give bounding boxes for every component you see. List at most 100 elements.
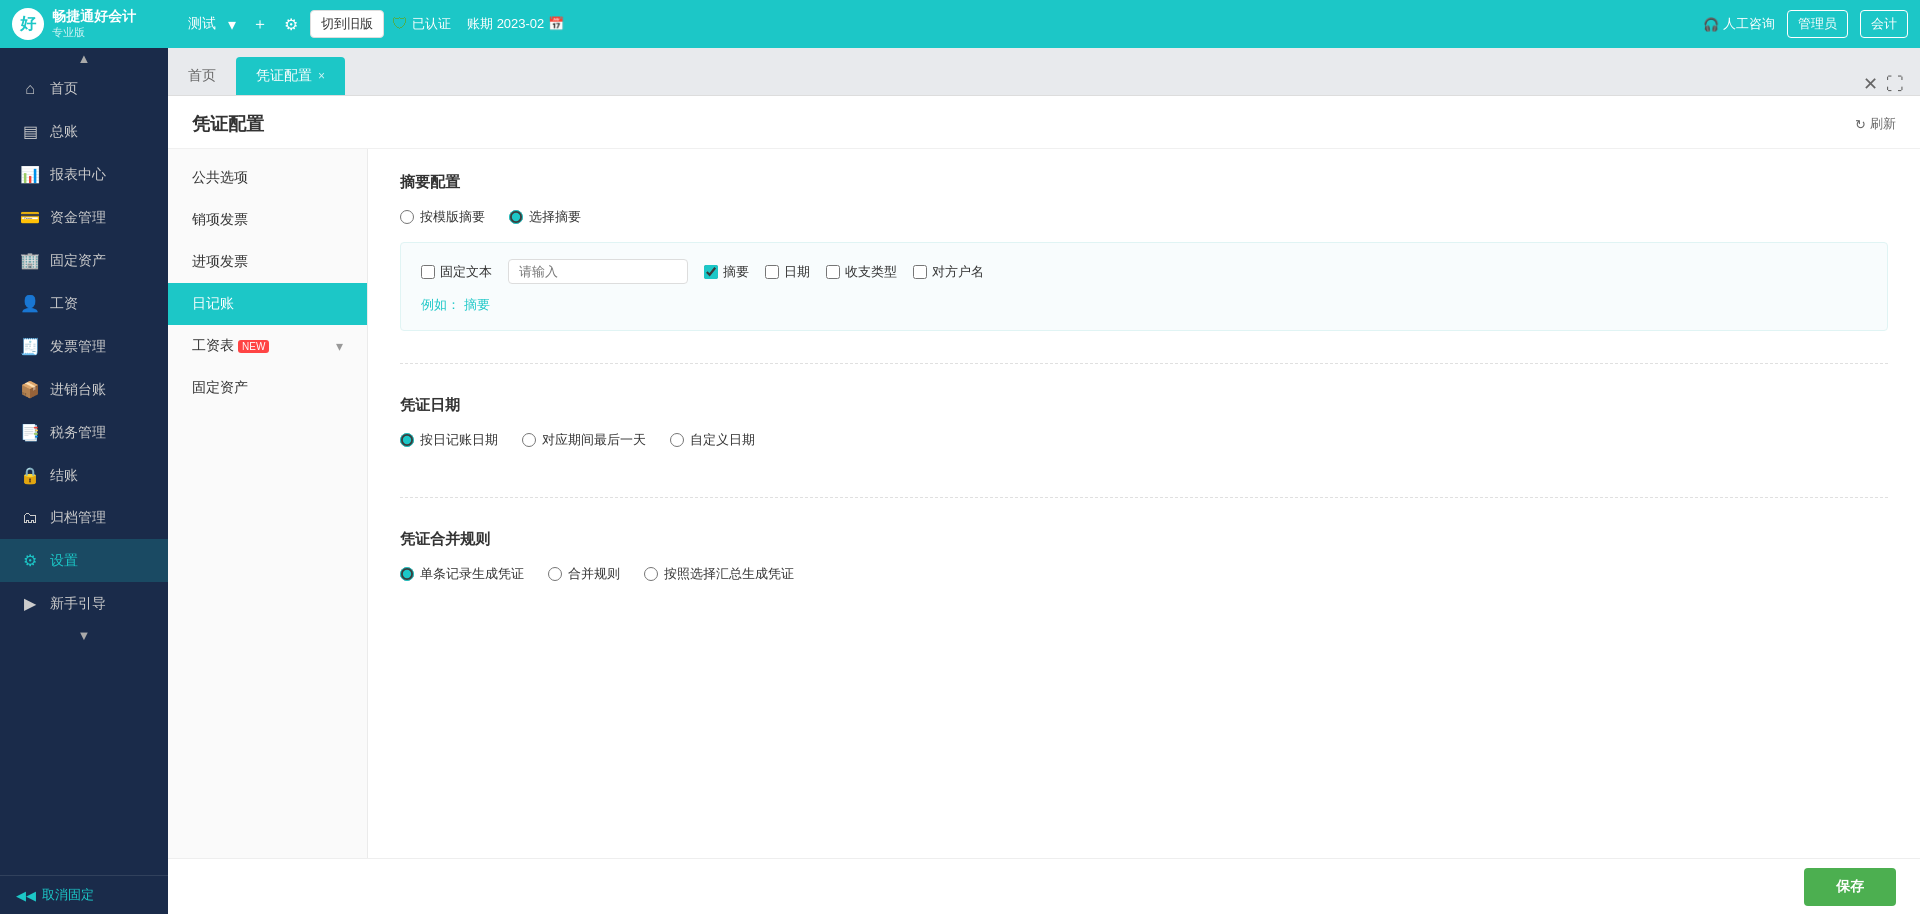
section-merge: 凭证合并规则 单条记录生成凭证 合并规则	[400, 530, 1888, 631]
sidebar-label-ledger: 总账	[50, 123, 78, 141]
period-info: 账期 2023-02 📅	[467, 15, 564, 33]
sidebar-item-ledger[interactable]: ▤ 总账	[0, 110, 168, 153]
section-summary: 摘要配置 按模版摘要 选择摘要	[400, 173, 1888, 364]
period-last-radio[interactable]	[522, 433, 536, 447]
single-radio[interactable]	[400, 567, 414, 581]
summary-template-label: 按模版摘要	[420, 208, 485, 226]
unpin-btn[interactable]: ◀◀ 取消固定	[0, 875, 168, 914]
sidebar-item-guide[interactable]: ▶ 新手引导	[0, 582, 168, 625]
unpin-icon: ◀◀	[16, 888, 36, 903]
single-option[interactable]: 单条记录生成凭证	[400, 565, 524, 583]
sidebar-item-close[interactable]: 🔒 结账	[0, 454, 168, 497]
merge-rules-radio[interactable]	[548, 567, 562, 581]
sidebar-item-invoice[interactable]: 🧾 发票管理	[0, 325, 168, 368]
summary-radio-group: 按模版摘要 选择摘要	[400, 208, 1888, 226]
merge-rules-option[interactable]: 合并规则	[548, 565, 620, 583]
summary-checkbox[interactable]	[704, 265, 718, 279]
summary-template-radio[interactable]	[400, 210, 414, 224]
date-radio-group: 按日记账日期 对应期间最后一天 自定义日期	[400, 431, 1888, 449]
custom-date-label: 自定义日期	[690, 431, 755, 449]
sidebar-item-archive[interactable]: 🗂 归档管理	[0, 497, 168, 539]
left-nav-journal[interactable]: 日记账	[168, 283, 367, 325]
sidebar-item-settings[interactable]: ⚙ 设置	[0, 539, 168, 582]
home-icon: ⌂	[20, 80, 40, 98]
left-nav-public[interactable]: 公共选项	[168, 157, 367, 199]
summary-select-radio[interactable]	[509, 210, 523, 224]
left-nav-purchase[interactable]: 进项发票	[168, 241, 367, 283]
fixed-text-checkbox[interactable]	[421, 265, 435, 279]
accountant-btn[interactable]: 会计	[1860, 10, 1908, 38]
tab-voucher-config[interactable]: 凭证配置 ×	[236, 57, 345, 95]
fixed-text-checkbox-label[interactable]: 固定文本	[421, 263, 492, 281]
sidebar-item-tax[interactable]: 📑 税务管理	[0, 411, 168, 454]
summary-checkbox-label[interactable]: 摘要	[704, 263, 749, 281]
journal-date-option[interactable]: 按日记账日期	[400, 431, 498, 449]
custom-date-radio[interactable]	[670, 433, 684, 447]
sidebar-item-home[interactable]: ⌂ 首页	[0, 68, 168, 110]
right-panel: 摘要配置 按模版摘要 选择摘要	[368, 149, 1920, 858]
fullscreen-btn[interactable]: ⛶	[1886, 74, 1904, 95]
counterparty-checkbox[interactable]	[913, 265, 927, 279]
fixed-text-input[interactable]	[508, 259, 688, 284]
sidebar-item-funds[interactable]: 💳 资金管理	[0, 196, 168, 239]
sidebar-scroll-up[interactable]: ▲	[0, 48, 168, 68]
certified-badge: 🛡 已认证	[392, 15, 451, 33]
select-summary-radio[interactable]	[644, 567, 658, 581]
user-btn[interactable]: 管理员	[1787, 10, 1848, 38]
expand-icon: ▾	[336, 338, 343, 354]
period-last-label: 对应期间最后一天	[542, 431, 646, 449]
custom-date-option[interactable]: 自定义日期	[670, 431, 755, 449]
select-summary-option[interactable]: 按照选择汇总生成凭证	[644, 565, 794, 583]
sidebar-label-purchase-sales: 进销台账	[50, 381, 106, 399]
journal-date-radio[interactable]	[400, 433, 414, 447]
refresh-btn[interactable]: ↻ 刷新	[1855, 115, 1896, 133]
tab-bar: 首页 凭证配置 × ✕ ⛶	[168, 48, 1920, 96]
sidebar-item-reports[interactable]: 📊 报表中心	[0, 153, 168, 196]
sidebar-item-fixed-assets[interactable]: 🏢 固定资产	[0, 239, 168, 282]
counterparty-checkbox-label[interactable]: 对方户名	[913, 263, 984, 281]
period-last-option[interactable]: 对应期间最后一天	[522, 431, 646, 449]
company-name: 测试	[188, 15, 216, 33]
sidebar-scroll-down[interactable]: ▼	[0, 625, 168, 645]
left-nav-sales[interactable]: 销项发票	[168, 199, 367, 241]
date-checkbox[interactable]	[765, 265, 779, 279]
left-nav-fixed-assets[interactable]: 固定资产	[168, 367, 367, 409]
logo-area: 好 畅捷通好会计 专业版	[12, 8, 180, 40]
left-nav-salary[interactable]: 工资表 NEW ▾	[168, 325, 367, 367]
sidebar-label-home: 首页	[50, 80, 78, 98]
income-type-checkbox[interactable]	[826, 265, 840, 279]
page-content: 凭证配置 ↻ 刷新 公共选项 销项发票 进项发票	[168, 96, 1920, 914]
select-summary-label: 按照选择汇总生成凭证	[664, 565, 794, 583]
certified-text: 已认证	[412, 15, 451, 33]
add-btn[interactable]: ＋	[248, 10, 272, 39]
summary-template-option[interactable]: 按模版摘要	[400, 208, 485, 226]
help-btn[interactable]: 🎧 人工咨询	[1703, 15, 1775, 33]
fixed-assets-icon: 🏢	[20, 251, 40, 270]
date-checkbox-label[interactable]: 日期	[765, 263, 810, 281]
refresh-icon: ↻	[1855, 117, 1866, 132]
left-nav: 公共选项 销项发票 进项发票 日记账 工资表 NEW ▾	[168, 149, 368, 858]
sidebar-label-settings: 设置	[50, 552, 78, 570]
headphone-icon: 🎧	[1703, 17, 1719, 32]
switch-version-btn[interactable]: 切到旧版	[310, 10, 384, 38]
date-title: 凭证日期	[400, 396, 1888, 415]
company-dropdown-btn[interactable]: ▾	[224, 11, 240, 38]
save-btn[interactable]: 保存	[1804, 868, 1896, 906]
income-type-checkbox-label[interactable]: 收支类型	[826, 263, 897, 281]
tab-close-icon[interactable]: ×	[318, 69, 325, 83]
purchase-sales-icon: 📦	[20, 380, 40, 399]
sidebar-item-salary[interactable]: 👤 工资	[0, 282, 168, 325]
summary-select-option[interactable]: 选择摘要	[509, 208, 581, 226]
merge-title: 凭证合并规则	[400, 530, 1888, 549]
tab-home[interactable]: 首页	[168, 57, 236, 95]
page-header: 凭证配置 ↻ 刷新	[168, 96, 1920, 149]
example-text: 例如： 摘要	[421, 296, 1867, 314]
two-col: 公共选项 销项发票 进项发票 日记账 工资表 NEW ▾	[168, 149, 1920, 858]
content-area: 首页 凭证配置 × ✕ ⛶ 凭证配置 ↻ 刷新	[168, 48, 1920, 914]
sidebar-label-guide: 新手引导	[50, 595, 106, 613]
counterparty-checkbox-text: 对方户名	[932, 263, 984, 281]
settings-btn[interactable]: ⚙	[280, 11, 302, 38]
funds-icon: 💳	[20, 208, 40, 227]
close-panel-btn[interactable]: ✕	[1863, 73, 1878, 95]
sidebar-item-purchase-sales[interactable]: 📦 进销台账	[0, 368, 168, 411]
